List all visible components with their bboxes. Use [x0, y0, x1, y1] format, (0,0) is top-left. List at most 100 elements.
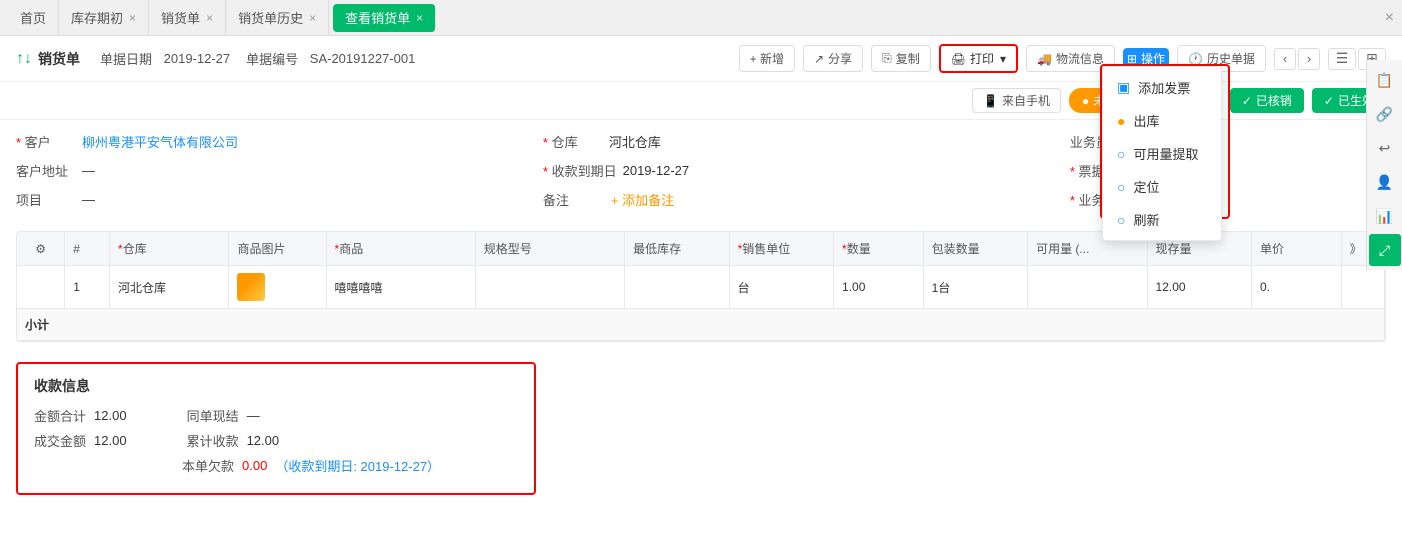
row-gear [17, 266, 65, 309]
customer-field: 客户 柳州粤港平安气体有限公司 [16, 132, 543, 151]
close-tab-history[interactable]: × [309, 11, 316, 25]
sidebar-user-icon[interactable]: 👤 [1369, 166, 1401, 198]
tab-bar: 首页 库存期初 × 销货单 × 销货单历史 × 查看销货单 × × [0, 0, 1402, 36]
col-num: # [65, 232, 110, 266]
close-tab-sales[interactable]: × [206, 11, 213, 25]
sidebar-expand-icon[interactable]: ⤢ [1369, 234, 1401, 266]
same-order-label: 同单现结 [187, 406, 239, 425]
share-button[interactable]: ↗ 分享 [803, 45, 863, 72]
payment-info-section: 收款信息 金额合计 12.00 同单现结 — 成交金额 12.00 累计收款 [16, 362, 536, 495]
col-min-stock: 最低库存 [625, 232, 729, 266]
close-tab-inventory[interactable]: × [129, 11, 136, 25]
close-tab-view[interactable]: × [416, 11, 423, 25]
product-table: ⚙ # *仓库 商品图片 *商品 规格型号 最低库存 *销售单位 *数量 包装数… [17, 232, 1385, 341]
project-value: — [82, 192, 95, 207]
locate-item[interactable]: ○ 定位 [1103, 170, 1221, 203]
available-qty-item[interactable]: ○ 可用量提取 [1103, 137, 1221, 170]
same-order-value: — [247, 408, 260, 423]
phone-icon: 📱 [983, 94, 998, 108]
voided-icon: ✓ [1242, 94, 1252, 108]
refresh-icon: ○ [1117, 212, 1125, 228]
row-spec [475, 266, 624, 309]
payment-date-field: 收款到期日 2019-12-27 [543, 161, 1070, 180]
subtotal-row: 小计 [17, 309, 1385, 341]
copy-button[interactable]: ⎘ 复制 [871, 45, 931, 72]
cumulative-field: 累计收款 12.00 [187, 431, 280, 450]
due-date-hint: （收款到期日: 2019-12-27） [275, 456, 440, 475]
table-row: 1 河北仓库 嘻嘻嘻嘻 台 1.00 1台 12.00 0. [17, 266, 1385, 309]
outbound-icon: ● [1117, 113, 1125, 129]
doc-icon: ↑↓ [16, 50, 32, 68]
voided-status-button[interactable]: ✓ 已核销 [1230, 88, 1304, 113]
col-pack-qty: 包装数量 [923, 232, 1027, 266]
payment-date-value: 2019-12-27 [623, 163, 690, 178]
sidebar-rotate-icon[interactable]: ↩ [1369, 132, 1401, 164]
product-table-section: ⚙ # *仓库 商品图片 *商品 规格型号 最低库存 *销售单位 *数量 包装数… [16, 231, 1386, 342]
row-unit-price: 0. [1252, 266, 1342, 309]
print-button[interactable]: 🖨 打印 ▾ [939, 44, 1018, 73]
payment-date-label: 收款到期日 [543, 161, 617, 180]
note-label: 备注 [543, 190, 603, 209]
due-amount-label: 本单欠款 [182, 456, 234, 475]
note-field: 备注 + 添加备注 [543, 190, 1070, 209]
row-warehouse: 河北仓库 [110, 266, 229, 309]
customer-value[interactable]: 柳州粤港平安气体有限公司 [82, 132, 238, 151]
list-view-btn[interactable]: ☰ [1328, 48, 1356, 70]
row-qty: 1.00 [834, 266, 924, 309]
total-amount-value: 12.00 [94, 408, 127, 423]
sidebar-doc-icon[interactable]: 📋 [1369, 64, 1401, 96]
from-phone-button[interactable]: 📱 来自手机 [972, 88, 1061, 113]
payment-info-wrapper: 收款信息 金额合计 12.00 同单现结 — 成交金额 12.00 累计收款 [0, 342, 1402, 507]
tab-inventory-init[interactable]: 库存期初 × [59, 0, 149, 36]
warehouse-field: 仓库 河北仓库 [543, 132, 1070, 151]
address-value: — [82, 163, 95, 178]
doc-date: 单据日期 2019-12-27 [100, 49, 230, 68]
col-qty: *数量 [834, 232, 924, 266]
payment-row-1: 金额合计 12.00 同单现结 — [34, 406, 518, 425]
share-icon: ↗ [814, 52, 824, 66]
transaction-value: 12.00 [94, 433, 127, 448]
print-dropdown-arrow[interactable]: ▾ [1000, 52, 1006, 66]
tab-sales-order[interactable]: 销货单 × [149, 0, 226, 36]
ticket-icon: ● [1082, 94, 1089, 108]
row-current-stock: 12.00 [1147, 266, 1251, 309]
col-unit-price: 单价 [1252, 232, 1342, 266]
prev-arrow[interactable]: ‹ [1274, 48, 1296, 70]
tab-home[interactable]: 首页 [8, 0, 59, 36]
add-invoice-item[interactable]: ▣ 添加发票 [1103, 71, 1221, 104]
right-sidebar: 📋 🔗 ↩ 👤 📊 ⤢ [1366, 60, 1402, 270]
outbound-item[interactable]: ● 出库 [1103, 104, 1221, 137]
row-product-img [229, 266, 326, 309]
locate-icon: ○ [1117, 179, 1125, 195]
col-gear: ⚙ [17, 232, 65, 266]
row-min-stock [625, 266, 729, 309]
doc-meta: 单据日期 2019-12-27 单据编号 SA-20191227-001 [100, 49, 415, 68]
window-close-button[interactable]: × [1385, 9, 1394, 27]
transaction-field: 成交金额 12.00 [34, 431, 127, 450]
nav-arrows: ‹ › [1274, 48, 1320, 70]
refresh-item[interactable]: ○ 刷新 [1103, 203, 1221, 236]
warehouse-label: 仓库 [543, 132, 603, 151]
product-image [237, 273, 265, 301]
effective-icon: ✓ [1324, 94, 1334, 108]
doc-actions: + 新增 ↗ 分享 ⎘ 复制 🖨 打印 ▾ 🚚 物流信息 ⊞ 操作 [739, 44, 1386, 73]
col-unit: *销售单位 [729, 232, 833, 266]
same-order-field: 同单现结 — [187, 406, 260, 425]
copy-icon: ⎘ [882, 51, 892, 66]
next-arrow[interactable]: › [1298, 48, 1320, 70]
row-product: 嘻嘻嘻嘻 [326, 266, 475, 309]
tab-view-sales[interactable]: 查看销货单 × [333, 4, 436, 32]
address-field: 客户地址 — [16, 161, 543, 180]
transaction-label: 成交金额 [34, 431, 86, 450]
col-product-img: 商品图片 [229, 232, 326, 266]
address-label: 客户地址 [16, 161, 76, 180]
sidebar-chart-icon[interactable]: 📊 [1369, 200, 1401, 232]
row-unit: 台 [729, 266, 833, 309]
new-button[interactable]: + 新增 [739, 45, 795, 72]
total-amount-label: 金额合计 [34, 406, 86, 425]
col-product: *商品 [326, 232, 475, 266]
payment-info-title: 收款信息 [34, 376, 518, 396]
add-note-button[interactable]: + 添加备注 [609, 190, 674, 209]
sidebar-link-icon[interactable]: 🔗 [1369, 98, 1401, 130]
tab-sales-history[interactable]: 销货单历史 × [226, 0, 329, 36]
